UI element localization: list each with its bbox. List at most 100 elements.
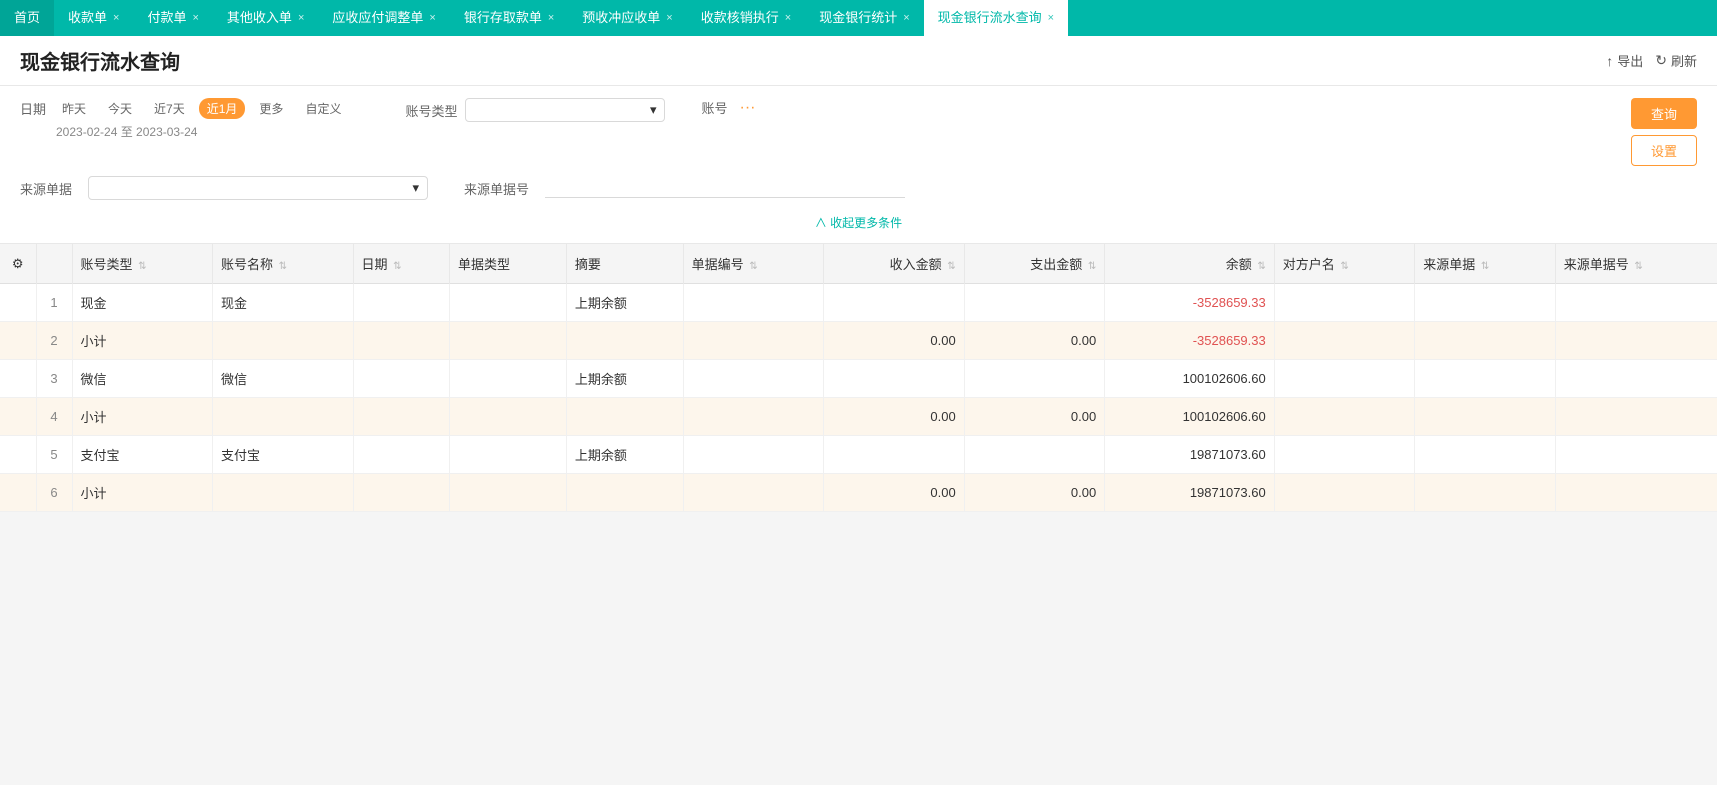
refresh-icon: ↻: [1655, 52, 1667, 69]
nav-label-flow: 现金银行流水查询: [938, 0, 1042, 36]
cell-doc-type: [450, 284, 567, 322]
col-account-name[interactable]: 账号名称 ⇅: [213, 244, 354, 284]
nav-close-stats[interactable]: ×: [903, 0, 909, 36]
cell-gear: [0, 284, 36, 322]
col-gear[interactable]: ⚙: [0, 244, 36, 284]
collapse-bar[interactable]: ∧ 收起更多条件: [20, 210, 1697, 235]
date-7days[interactable]: 近7天: [146, 98, 193, 119]
cell-source-doc: [1415, 474, 1556, 512]
cell-expense: 0.00: [964, 398, 1105, 436]
cell-account-type: 支付宝: [72, 436, 213, 474]
col-income[interactable]: 收入金额 ⇅: [824, 244, 965, 284]
cell-balance: 100102606.60: [1105, 398, 1275, 436]
nav-close-payment[interactable]: ×: [192, 0, 198, 36]
nav-item-home[interactable]: 首页: [0, 0, 54, 36]
nav-label-verify: 收款核销执行: [701, 0, 779, 36]
date-1month[interactable]: 近1月: [199, 98, 246, 119]
nav-item-receipt[interactable]: 收款单 ×: [54, 0, 133, 36]
cell-seq: 6: [36, 474, 72, 512]
table-row: 1 现金 现金 上期余额 -3528659.33: [0, 284, 1717, 322]
account-type-label: 账号类型: [405, 101, 457, 120]
page-header: 现金银行流水查询 ↑ 导出 ↻ 刷新: [0, 36, 1717, 86]
cell-counterparty: [1274, 360, 1415, 398]
cell-source-doc: [1415, 322, 1556, 360]
cell-balance: 100102606.60: [1105, 360, 1275, 398]
cell-income: 0.00: [824, 398, 965, 436]
cell-expense: [964, 436, 1105, 474]
nav-item-advance[interactable]: 预收冲应收单 ×: [568, 0, 686, 36]
cell-source-doc-no: [1555, 474, 1717, 512]
col-source-doc[interactable]: 来源单据 ⇅: [1415, 244, 1556, 284]
cell-gear: [0, 436, 36, 474]
nav-item-verify[interactable]: 收款核销执行 ×: [687, 0, 805, 36]
col-counterparty[interactable]: 对方户名 ⇅: [1274, 244, 1415, 284]
export-icon: ↑: [1606, 53, 1613, 69]
cell-source-doc-no: [1555, 284, 1717, 322]
source-doc-no-input[interactable]: [545, 178, 905, 198]
date-yesterday[interactable]: 昨天: [54, 98, 94, 119]
cell-doc-type: [450, 436, 567, 474]
nav-close-other-income[interactable]: ×: [298, 0, 304, 36]
nav-item-payment[interactable]: 付款单 ×: [133, 0, 212, 36]
account-type-chevron: ▾: [650, 102, 657, 118]
cell-summary: [566, 474, 683, 512]
source-doc-select[interactable]: ▾: [88, 176, 428, 200]
query-button[interactable]: 查询: [1631, 98, 1697, 129]
cell-doc-type: [450, 398, 567, 436]
refresh-label: 刷新: [1671, 51, 1697, 70]
cell-account-type: 小计: [72, 474, 213, 512]
date-today[interactable]: 今天: [100, 98, 140, 119]
nav-item-other-income[interactable]: 其他收入单 ×: [213, 0, 318, 36]
cell-counterparty: [1274, 436, 1415, 474]
date-options: 昨天 今天 近7天 近1月 更多 自定义: [54, 98, 349, 119]
account-type-select[interactable]: ▾: [465, 98, 665, 122]
cell-source-doc: [1415, 398, 1556, 436]
table-container: ⚙ 账号类型 ⇅ 账号名称 ⇅ 日期 ⇅ 单据类型 摘要 单据编号 ⇅ 收入金额…: [0, 244, 1717, 512]
nav-close-flow[interactable]: ×: [1048, 0, 1054, 36]
nav-item-flow[interactable]: 现金银行流水查询 ×: [924, 0, 1068, 36]
col-expense[interactable]: 支出金额 ⇅: [964, 244, 1105, 284]
col-date[interactable]: 日期 ⇅: [353, 244, 450, 284]
date-more[interactable]: 更多: [251, 98, 291, 119]
cell-summary: 上期余额: [566, 360, 683, 398]
refresh-button[interactable]: ↻ 刷新: [1655, 51, 1697, 70]
table-row: 6 小计 0.00 0.00 19871073.60: [0, 474, 1717, 512]
col-doc-no[interactable]: 单据编号 ⇅: [683, 244, 824, 284]
cell-source-doc: [1415, 360, 1556, 398]
nav-close-receipt[interactable]: ×: [113, 0, 119, 36]
col-source-doc-no[interactable]: 来源单据号 ⇅: [1555, 244, 1717, 284]
filter-area: 日期 昨天 今天 近7天 近1月 更多 自定义 2023-02-24 至 202…: [0, 86, 1717, 244]
header-actions: ↑ 导出 ↻ 刷新: [1606, 51, 1697, 70]
cell-account-name: [213, 322, 354, 360]
nav-label-stats: 现金银行统计: [819, 0, 897, 36]
cell-counterparty: [1274, 398, 1415, 436]
nav-label-home: 首页: [14, 0, 40, 36]
settings-button[interactable]: 设置: [1631, 135, 1697, 166]
cell-seq: 2: [36, 322, 72, 360]
nav-close-verify[interactable]: ×: [785, 0, 791, 36]
account-ellipsis[interactable]: ···: [735, 99, 759, 117]
nav-item-bank-deposit[interactable]: 银行存取款单 ×: [450, 0, 568, 36]
cell-doc-no: [683, 474, 824, 512]
nav-close-bank-deposit[interactable]: ×: [548, 0, 554, 36]
cell-source-doc: [1415, 284, 1556, 322]
cell-date: [353, 322, 450, 360]
nav-close-advance[interactable]: ×: [666, 0, 672, 36]
nav-close-adjustment[interactable]: ×: [429, 0, 435, 36]
col-balance[interactable]: 余额 ⇅: [1105, 244, 1275, 284]
table-row: 4 小计 0.00 0.00 100102606.60: [0, 398, 1717, 436]
export-button[interactable]: ↑ 导出: [1606, 51, 1643, 70]
cell-source-doc-no: [1555, 322, 1717, 360]
cell-counterparty: [1274, 474, 1415, 512]
cell-date: [353, 284, 450, 322]
cell-date: [353, 436, 450, 474]
col-account-type[interactable]: 账号类型 ⇅: [72, 244, 213, 284]
nav-item-stats[interactable]: 现金银行统计 ×: [805, 0, 923, 36]
cell-seq: 3: [36, 360, 72, 398]
nav-label-bank-deposit: 银行存取款单: [464, 0, 542, 36]
date-custom[interactable]: 自定义: [297, 98, 349, 119]
cell-source-doc-no: [1555, 360, 1717, 398]
cell-gear: [0, 474, 36, 512]
nav-item-adjustment[interactable]: 应收应付调整单 ×: [318, 0, 449, 36]
cell-source-doc-no: [1555, 436, 1717, 474]
